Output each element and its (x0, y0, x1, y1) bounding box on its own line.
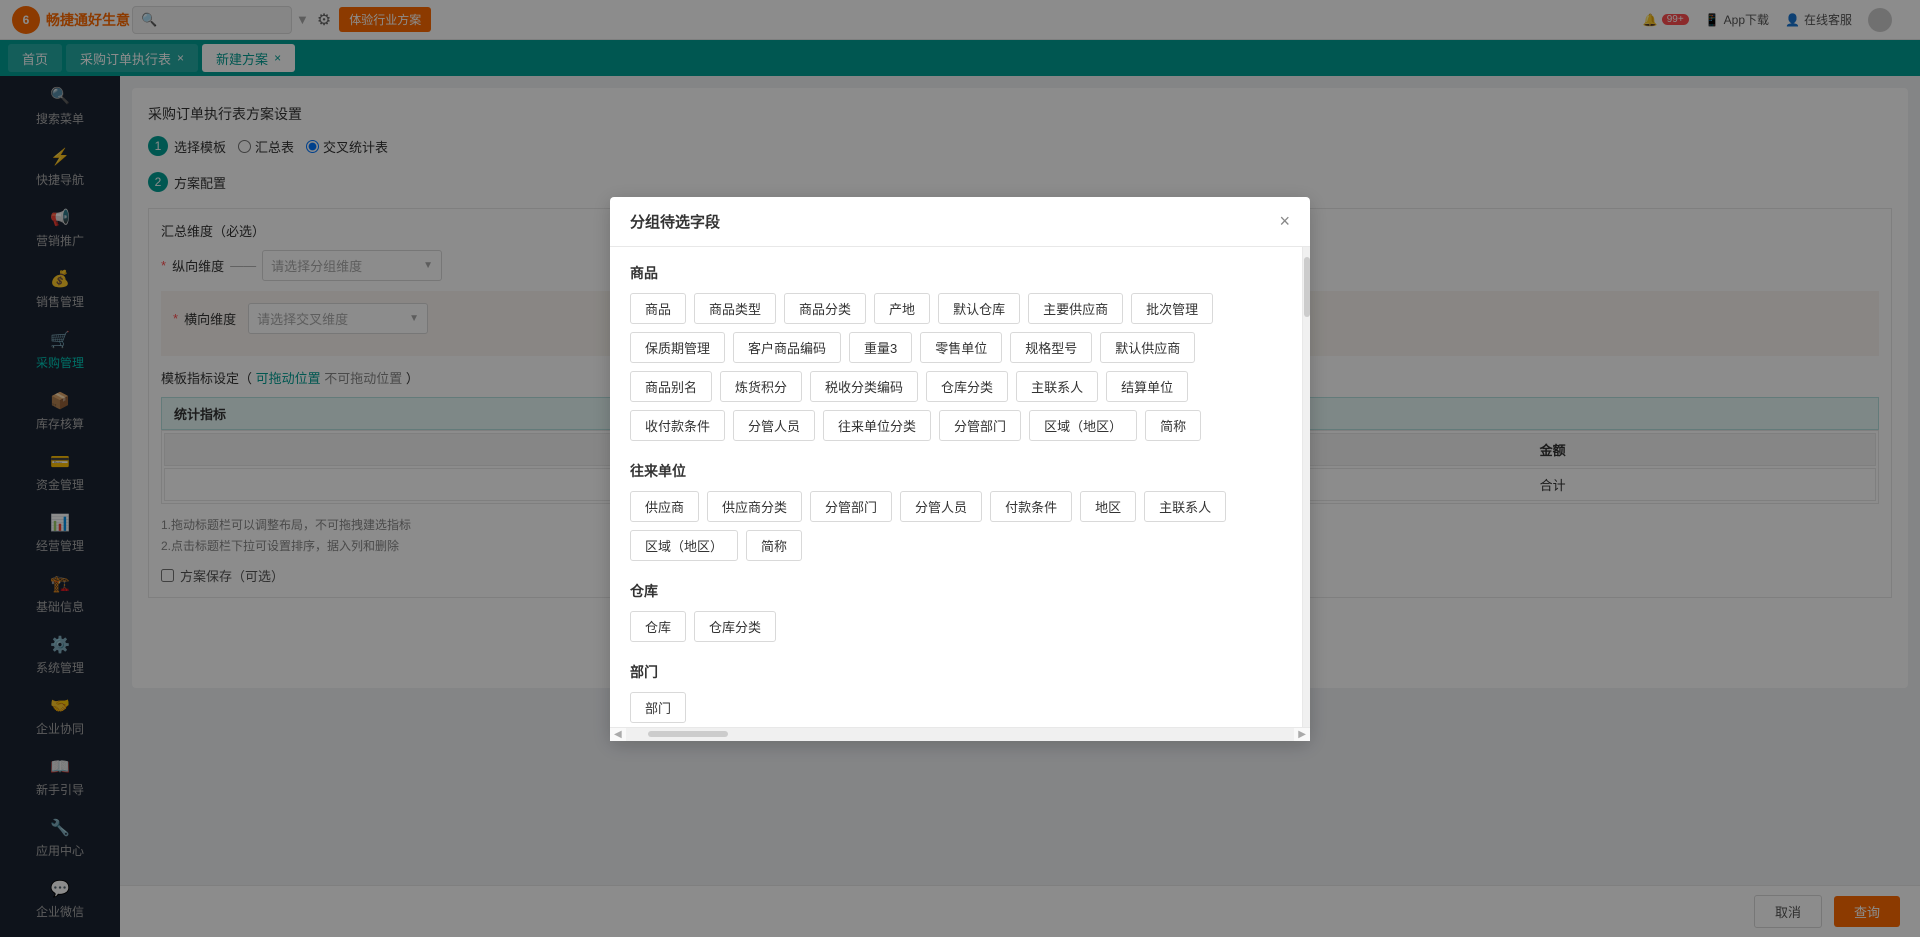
field-tag[interactable]: 收付款条件 (630, 410, 725, 441)
field-tag[interactable]: 分管人员 (733, 410, 815, 441)
field-tag[interactable]: 客户商品编码 (733, 332, 841, 363)
field-tag[interactable]: 仓库分类 (926, 371, 1008, 402)
group-goods-tags: 商品 商品类型 商品分类 产地 默认仓库 主要供应商 批次管理 保质期管理 客户… (630, 293, 1282, 441)
modal-title: 分组待选字段 (630, 211, 720, 232)
modal-overlay: 分组待选字段 × 商品 商品 商品类型 商品分类 产地 默认仓库 主要供应商 批… (0, 0, 1920, 937)
field-group-warehouse: 仓库 仓库 仓库分类 (630, 581, 1282, 642)
field-tag[interactable]: 商品别名 (630, 371, 712, 402)
field-tag[interactable]: 部门 (630, 692, 686, 723)
modal-hscrollbar[interactable] (626, 728, 1295, 741)
field-tag[interactable]: 区域（地区） (630, 530, 738, 561)
field-tag[interactable]: 地区 (1080, 491, 1136, 522)
field-tag[interactable]: 分管部门 (939, 410, 1021, 441)
field-tag[interactable]: 结算单位 (1106, 371, 1188, 402)
group-partners-tags: 供应商 供应商分类 分管部门 分管人员 付款条件 地区 主联系人 区域（地区） … (630, 491, 1282, 561)
field-tag[interactable]: 商品分类 (784, 293, 866, 324)
field-tag[interactable]: 重量3 (849, 332, 912, 363)
group-warehouse-tags: 仓库 仓库分类 (630, 611, 1282, 642)
field-tag[interactable]: 零售单位 (920, 332, 1002, 363)
field-tag[interactable]: 主联系人 (1016, 371, 1098, 402)
field-tag[interactable]: 税收分类编码 (810, 371, 918, 402)
field-tag[interactable]: 炼货积分 (720, 371, 802, 402)
modal-vscrollbar-thumb[interactable] (1304, 257, 1310, 317)
field-tag[interactable]: 分管人员 (900, 491, 982, 522)
field-tag[interactable]: 仓库 (630, 611, 686, 642)
field-tag[interactable]: 仓库分类 (694, 611, 776, 642)
modal-close-button[interactable]: × (1279, 211, 1290, 232)
modal-scroll-content: 商品 商品 商品类型 商品分类 产地 默认仓库 主要供应商 批次管理 保质期管理… (610, 247, 1302, 727)
hscroll-right-icon[interactable]: ▶ (1294, 729, 1310, 740)
modal-hscrollbar-thumb[interactable] (648, 731, 728, 737)
modal-vscrollbar[interactable] (1302, 247, 1310, 727)
modal: 分组待选字段 × 商品 商品 商品类型 商品分类 产地 默认仓库 主要供应商 批… (610, 197, 1310, 741)
modal-body-wrapper: 商品 商品 商品类型 商品分类 产地 默认仓库 主要供应商 批次管理 保质期管理… (610, 247, 1310, 727)
field-tag[interactable]: 分管部门 (810, 491, 892, 522)
group-goods-title: 商品 (630, 263, 1282, 283)
field-tag[interactable]: 商品 (630, 293, 686, 324)
group-dept-title: 部门 (630, 662, 1282, 682)
field-tag[interactable]: 供应商分类 (707, 491, 802, 522)
field-tag[interactable]: 付款条件 (990, 491, 1072, 522)
group-warehouse-title: 仓库 (630, 581, 1282, 601)
field-tag[interactable]: 简称 (746, 530, 802, 561)
field-tag[interactable]: 简称 (1145, 410, 1201, 441)
field-tag[interactable]: 保质期管理 (630, 332, 725, 363)
modal-hscrollbar-area: ◀ ▶ (610, 727, 1310, 741)
field-tag[interactable]: 默认仓库 (938, 293, 1020, 324)
group-dept-tags: 部门 (630, 692, 1282, 723)
hscroll-left-icon[interactable]: ◀ (610, 729, 626, 740)
field-group-partners: 往来单位 供应商 供应商分类 分管部门 分管人员 付款条件 地区 主联系人 区域… (630, 461, 1282, 561)
group-partners-title: 往来单位 (630, 461, 1282, 481)
field-tag[interactable]: 主联系人 (1144, 491, 1226, 522)
field-group-goods: 商品 商品 商品类型 商品分类 产地 默认仓库 主要供应商 批次管理 保质期管理… (630, 263, 1282, 441)
field-group-dept: 部门 部门 (630, 662, 1282, 723)
field-tag[interactable]: 供应商 (630, 491, 699, 522)
field-tag[interactable]: 默认供应商 (1100, 332, 1195, 363)
field-tag[interactable]: 商品类型 (694, 293, 776, 324)
field-tag[interactable]: 产地 (874, 293, 930, 324)
modal-header: 分组待选字段 × (610, 197, 1310, 247)
field-tag[interactable]: 往来单位分类 (823, 410, 931, 441)
field-tag[interactable]: 规格型号 (1010, 332, 1092, 363)
field-tag[interactable]: 主要供应商 (1028, 293, 1123, 324)
field-tag[interactable]: 区域（地区） (1029, 410, 1137, 441)
field-tag[interactable]: 批次管理 (1131, 293, 1213, 324)
